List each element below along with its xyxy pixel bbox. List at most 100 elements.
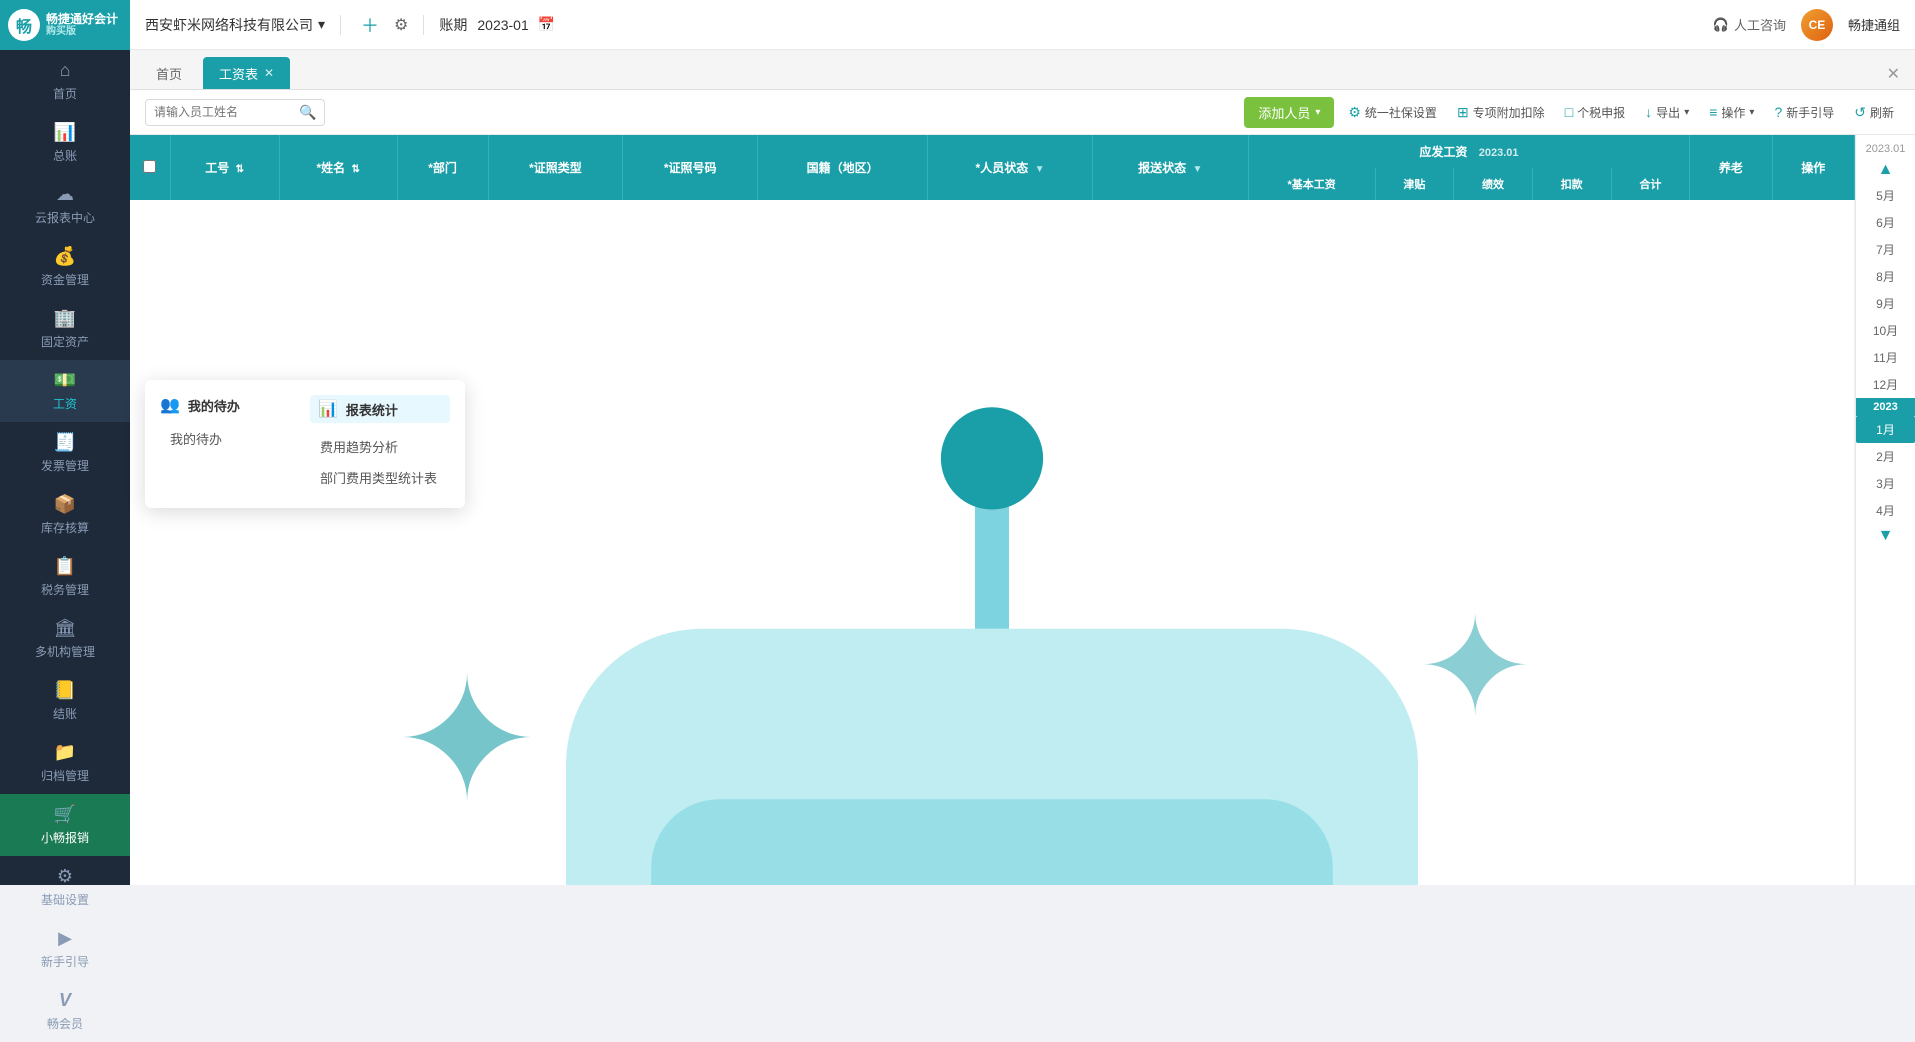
guide-button[interactable]: ? 新手引导 [1768,100,1840,125]
timeline-item-8[interactable]: 8月 [1856,263,1915,290]
sidebar-item-cloud[interactable]: ☁ 云报表中心 [0,174,130,236]
empty-state: ✦ ✦ 暂无数据 [140,208,1844,885]
period-selector[interactable]: 账期 2023-01 📅 [439,15,555,35]
timeline-item-6[interactable]: 6月 [1856,209,1915,236]
operations-arrow-icon: ▾ [1749,107,1754,118]
sidebar-item-close[interactable]: 📒 结账 [0,670,130,732]
content-area: 工号 ⇅ *姓名 ⇅ *部门 *证照类型 [130,135,1915,885]
sidebar-item-settings[interactable]: ⚙ 基础设置 [0,856,130,918]
salary-table: 工号 ⇅ *姓名 ⇅ *部门 *证照类型 [130,135,1855,885]
empty-state-cell: ✦ ✦ 暂无数据 [130,200,1855,885]
empty-state-illustration: ✦ ✦ [140,288,1844,885]
tab-salary[interactable]: 工资表 ✕ [203,57,290,89]
social-insurance-button[interactable]: ⚙ 统一社保设置 [1342,100,1443,125]
svg-text:✦: ✦ [396,646,539,836]
sidebar-item-guide[interactable]: ▶ 新手引导 [0,918,130,980]
search-input[interactable] [154,105,294,119]
sidebar-item-home[interactable]: ⌂ 首页 [0,50,130,112]
sidebar-label-vip: 畅会员 [47,1015,83,1032]
sidebar-item-vip[interactable]: V 畅会员 [0,980,130,1042]
timeline-item-1[interactable]: 1月 [1856,416,1915,443]
search-icon[interactable]: 🔍 [299,104,316,121]
todo-icon: 👥 [160,395,180,415]
sidebar-item-archive[interactable]: 📁 归档管理 [0,732,130,794]
topbar-right: 🎧 人工咨询 CE 畅捷通组 [1713,9,1900,41]
th-pension: 养老 [1690,135,1772,200]
tab-home[interactable]: 首页 [140,57,198,89]
sidebar-item-ledger[interactable]: 📊 总账 [0,112,130,174]
sidebar-item-assets[interactable]: 🏢 固定资产 [0,298,130,360]
add-person-label: 添加人员 [1258,103,1310,122]
username-label: 畅捷通组 [1848,15,1900,34]
dept-expense-item[interactable]: 部门费用类型统计表 [310,462,450,493]
filter-report-icon[interactable]: ▼ [1192,164,1202,175]
operations-icon: ≡ [1709,104,1717,120]
timeline-item-3[interactable]: 3月 [1856,470,1915,497]
sidebar-label-settings: 基础设置 [41,891,89,908]
social-insurance-label: 统一社保设置 [1365,104,1437,121]
user-avatar[interactable]: CE [1801,9,1833,41]
sidebar-item-inventory[interactable]: 📦 库存核算 [0,484,130,546]
sidebar-label-expense: 小畅报销 [41,829,89,846]
th-report-status: 报送状态 ▼ [1092,135,1248,200]
timeline-down-button[interactable]: ▼ [1875,524,1897,548]
timeline-item-7[interactable]: 7月 [1856,236,1915,263]
sidebar-item-invoice[interactable]: 🧾 发票管理 [0,422,130,484]
report-section-title: 📊 报表统计 [310,395,450,423]
sidebar-label-finance: 资金管理 [41,271,89,288]
tab-home-label: 首页 [156,64,182,83]
timeline-item-4[interactable]: 4月 [1856,497,1915,524]
special-deduction-button[interactable]: ⊞ 专项附加扣除 [1451,100,1551,125]
tab-salary-label: 工资表 [219,64,258,83]
timeline-item-5[interactable]: 5月 [1856,182,1915,209]
special-deduction-label: 专项附加扣除 [1473,104,1545,121]
add-person-button[interactable]: 添加人员 ▾ [1244,97,1334,128]
sidebar-label-tax: 税务管理 [41,581,89,598]
sidebar-label-inventory: 库存核算 [41,519,89,536]
sort-name-icon[interactable]: ⇅ [352,164,360,175]
select-all-checkbox[interactable] [143,160,156,173]
timeline-item-9[interactable]: 9月 [1856,290,1915,317]
th-idtype: *证照类型 [488,135,623,200]
sidebar-item-expense[interactable]: 🛒 小畅报销 [0,794,130,856]
th-total: 合计 [1611,168,1690,200]
sidebar-item-salary[interactable]: 💵 工资 [0,360,130,422]
timeline-year2: 2023 [1856,398,1915,416]
sidebar-item-multi[interactable]: 🏛 多机构管理 [0,608,130,670]
sidebar-label-ledger: 总账 [53,147,77,164]
operations-button[interactable]: ≡ 操作 ▾ [1703,100,1760,125]
my-todo-item[interactable]: 我的待办 [160,423,300,454]
th-dept: *部门 [397,135,488,200]
refresh-button[interactable]: ↺ 刷新 [1848,100,1900,125]
export-button[interactable]: ↓ 导出 ▾ [1639,100,1695,125]
refresh-icon: ↺ [1854,104,1866,121]
window-close-icon[interactable]: ✕ [1882,59,1905,89]
salary-icon: 💵 [54,370,76,391]
topbar-divider2 [423,15,424,35]
add-company-button[interactable]: ＋ [356,10,384,40]
timeline-item-11[interactable]: 11月 [1856,344,1915,371]
service-button[interactable]: 🎧 人工咨询 [1713,15,1786,34]
guide-label: 新手引导 [1786,104,1834,121]
export-icon: ↓ [1645,104,1652,120]
app-logo: 畅 畅捷通好会计 购买版 [0,0,130,50]
settings-button[interactable]: ⚙ [394,15,408,35]
sort-empno-icon[interactable]: ⇅ [236,164,244,175]
timeline-item-10[interactable]: 10月 [1856,317,1915,344]
tax-report-button[interactable]: □ 个税申报 [1559,100,1631,125]
operations-label: 操作 [1721,104,1745,121]
expense-trend-item[interactable]: 费用趋势分析 [310,431,450,462]
sidebar-label-multi: 多机构管理 [35,643,95,660]
search-box: 🔍 [145,99,325,126]
social-insurance-icon: ⚙ [1348,104,1361,121]
company-selector[interactable]: 西安虾米网络科技有限公司 ▾ [145,15,325,35]
filter-status-icon[interactable]: ▼ [1035,164,1045,175]
timeline-up-button[interactable]: ▲ [1875,158,1897,182]
timeline-item-2[interactable]: 2月 [1856,443,1915,470]
timeline-item-12[interactable]: 12月 [1856,371,1915,398]
sidebar-label-archive: 归档管理 [41,767,89,784]
th-allowance: 津贴 [1375,168,1454,200]
sidebar-item-tax[interactable]: 📋 税务管理 [0,546,130,608]
tab-close-icon[interactable]: ✕ [264,66,274,80]
sidebar-item-finance[interactable]: 💰 资金管理 [0,236,130,298]
